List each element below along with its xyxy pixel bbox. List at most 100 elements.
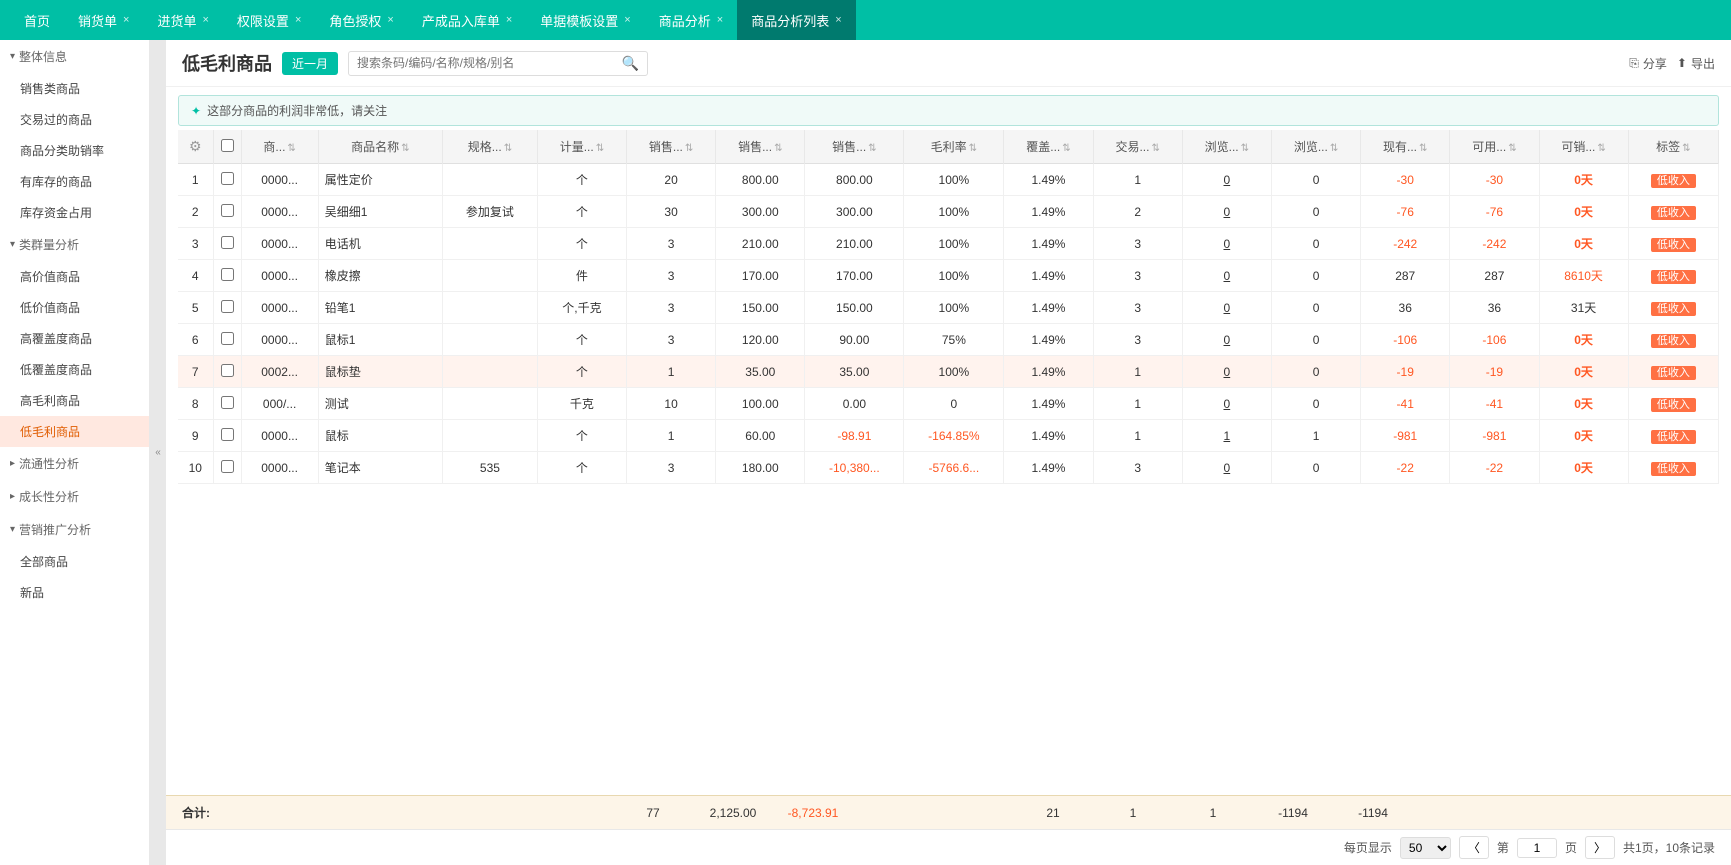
search-input[interactable] (357, 56, 622, 70)
col-name[interactable]: 商品名称⇅ (318, 130, 442, 164)
sidebar-group-overall[interactable]: ▾ 整体信息 (0, 40, 149, 73)
cell-browse1[interactable]: 0 (1182, 324, 1271, 356)
cell-name[interactable]: 鼠标1 (318, 324, 442, 356)
sidebar-item-sales-goods[interactable]: 销售类商品 (0, 73, 149, 104)
close-product-inbound-icon[interactable]: × (506, 14, 512, 26)
nav-product-inbound[interactable]: 产成品入库单 × (408, 0, 526, 40)
col-transaction[interactable]: 交易...⇅ (1093, 130, 1182, 164)
cell-name[interactable]: 铅笔1 (318, 292, 442, 324)
cell-browse1[interactable]: 0 (1182, 452, 1271, 484)
sidebar-collapse-button[interactable]: « (150, 40, 166, 865)
cell-name[interactable]: 属性定价 (318, 164, 442, 196)
cell-name[interactable]: 电话机 (318, 228, 442, 260)
cell-checkbox[interactable] (213, 388, 241, 420)
cell-browse1[interactable]: 1 (1182, 420, 1271, 452)
col-gear[interactable]: ⚙ (178, 130, 213, 164)
cell-name[interactable]: 橡皮擦 (318, 260, 442, 292)
cell-name[interactable]: 吴细细1 (318, 196, 442, 228)
col-code[interactable]: 商...⇅ (241, 130, 318, 164)
cell-spec (443, 420, 538, 452)
col-available[interactable]: 可用...⇅ (1450, 130, 1539, 164)
sidebar-item-category-assist[interactable]: 商品分类助销率 (0, 135, 149, 166)
close-goods-analysis-icon[interactable]: × (717, 14, 723, 26)
close-roles-icon[interactable]: × (387, 14, 393, 26)
col-sales-profit[interactable]: 销售...⇅ (805, 130, 904, 164)
cell-spec (443, 228, 538, 260)
col-tag[interactable]: 标签⇅ (1628, 130, 1718, 164)
close-permissions-icon[interactable]: × (295, 14, 301, 26)
sidebar-item-low-coverage[interactable]: 低覆盖度商品 (0, 354, 149, 385)
close-sales-icon[interactable]: × (123, 14, 129, 26)
close-goods-analysis-list-icon[interactable]: × (835, 14, 841, 26)
share-button[interactable]: ⎘ 分享 (1629, 55, 1667, 72)
col-browse1[interactable]: 浏览...⇅ (1182, 130, 1271, 164)
cell-browse1[interactable]: 0 (1182, 356, 1271, 388)
nav-home[interactable]: 首页 (10, 0, 64, 40)
select-all-checkbox[interactable] (221, 139, 234, 152)
sidebar-item-stock-goods[interactable]: 有库存的商品 (0, 166, 149, 197)
col-coverage[interactable]: 覆盖...⇅ (1004, 130, 1093, 164)
col-gross-margin[interactable]: 毛利率⇅ (904, 130, 1004, 164)
col-sales-price[interactable]: 销售...⇅ (716, 130, 805, 164)
col-sellable[interactable]: 可销...⇅ (1539, 130, 1628, 164)
cell-checkbox[interactable] (213, 164, 241, 196)
cell-checkbox[interactable] (213, 228, 241, 260)
nav-roles[interactable]: 角色授权 × (315, 0, 407, 40)
sidebar-item-traded-goods[interactable]: 交易过的商品 (0, 104, 149, 135)
cell-checkbox[interactable] (213, 196, 241, 228)
sidebar-item-new-goods[interactable]: 新品 (0, 577, 149, 608)
nav-purchase[interactable]: 进货单 × (143, 0, 222, 40)
nav-permissions[interactable]: 权限设置 × (223, 0, 315, 40)
sidebar-group-circulation[interactable]: ▸ 流通性分析 (0, 447, 149, 480)
cell-browse1[interactable]: 0 (1182, 292, 1271, 324)
sidebar-item-high-coverage[interactable]: 高覆盖度商品 (0, 323, 149, 354)
sidebar-item-high-margin[interactable]: 高毛利商品 (0, 385, 149, 416)
sidebar-group-cluster[interactable]: ▾ 类群量分析 (0, 228, 149, 261)
time-filter-button[interactable]: 近一月 (282, 52, 338, 75)
cell-browse1[interactable]: 0 (1182, 228, 1271, 260)
cell-code: 0000... (241, 292, 318, 324)
cell-browse1[interactable]: 0 (1182, 388, 1271, 420)
search-icon[interactable]: 🔍 (622, 55, 639, 72)
cell-checkbox[interactable] (213, 324, 241, 356)
page-size-select[interactable]: 50 100 200 (1400, 837, 1451, 859)
nav-goods-analysis-list[interactable]: 商品分析列表 × (737, 0, 855, 40)
close-template-icon[interactable]: × (624, 14, 630, 26)
col-browse2[interactable]: 浏览...⇅ (1271, 130, 1360, 164)
col-sales-qty[interactable]: 销售...⇅ (627, 130, 716, 164)
cell-name[interactable]: 测试 (318, 388, 442, 420)
cell-checkbox[interactable] (213, 292, 241, 324)
cell-name[interactable]: 笔记本 (318, 452, 442, 484)
sidebar-item-high-value[interactable]: 高价值商品 (0, 261, 149, 292)
col-current-stock[interactable]: 现有...⇅ (1361, 130, 1450, 164)
nav-goods-analysis[interactable]: 商品分析 × (645, 0, 737, 40)
col-checkbox[interactable] (213, 130, 241, 164)
prev-page-button[interactable]: 〈 (1459, 836, 1489, 859)
cell-checkbox[interactable] (213, 452, 241, 484)
sidebar-item-low-value[interactable]: 低价值商品 (0, 292, 149, 323)
cell-checkbox[interactable] (213, 260, 241, 292)
cell-name[interactable]: 鼠标垫 (318, 356, 442, 388)
tag-badge: 低收入 (1651, 206, 1696, 220)
nav-sales[interactable]: 销货单 × (64, 0, 143, 40)
col-spec[interactable]: 规格...⇅ (443, 130, 538, 164)
sidebar-group-growth[interactable]: ▸ 成长性分析 (0, 480, 149, 513)
cell-browse1[interactable]: 0 (1182, 164, 1271, 196)
cell-name[interactable]: 鼠标 (318, 420, 442, 452)
cell-browse1[interactable]: 0 (1182, 260, 1271, 292)
sidebar-item-low-margin[interactable]: 低毛利商品 (0, 416, 149, 447)
cell-unit: 件 (537, 260, 626, 292)
page-input[interactable] (1517, 838, 1557, 858)
close-purchase-icon[interactable]: × (202, 14, 208, 26)
settings-icon[interactable]: ⚙ (189, 138, 202, 154)
next-page-button[interactable]: 〉 (1585, 836, 1615, 859)
col-unit[interactable]: 计量...⇅ (537, 130, 626, 164)
nav-template[interactable]: 单据模板设置 × (526, 0, 644, 40)
cell-checkbox[interactable] (213, 356, 241, 388)
cell-browse1[interactable]: 0 (1182, 196, 1271, 228)
export-button[interactable]: ⬆ 导出 (1677, 55, 1715, 72)
sidebar-item-stock-capital[interactable]: 库存资金占用 (0, 197, 149, 228)
sidebar-item-all-goods[interactable]: 全部商品 (0, 546, 149, 577)
cell-checkbox[interactable] (213, 420, 241, 452)
sidebar-group-marketing[interactable]: ▾ 营销推广分析 (0, 513, 149, 546)
